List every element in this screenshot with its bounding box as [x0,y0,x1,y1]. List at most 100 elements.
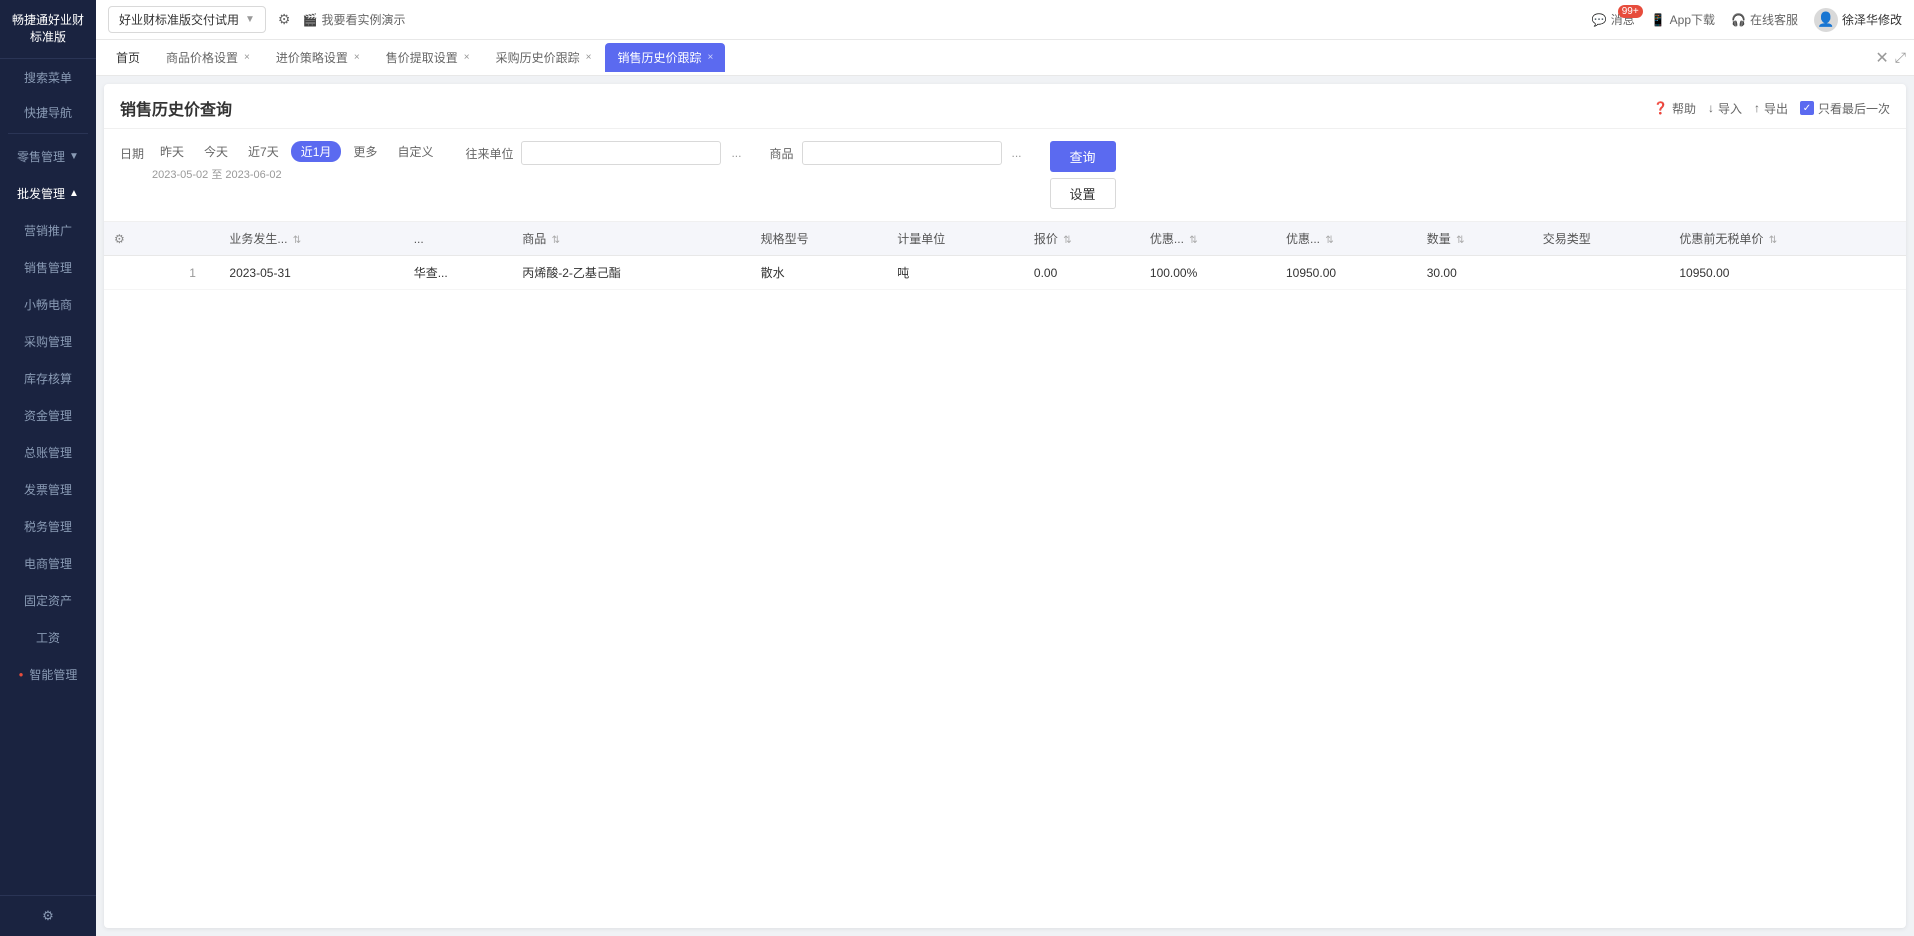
data-table: ⚙ 业务发生... ⇅ ... 商品 ⇅ 规格型号 计量单位 报价 ⇅ 优惠..… [104,222,1906,290]
query-button[interactable]: 查询 [1050,141,1116,172]
goods-field: ... [802,141,1026,165]
sidebar-quicknav[interactable]: 快捷导航 [0,96,96,129]
sidebar-item-label: 资金管理 [24,407,72,424]
customer-input[interactable] [521,141,721,165]
sidebar-item-retail[interactable]: 零售管理 ▼ [0,138,96,175]
chevron-down-icon: ▼ [69,151,79,162]
table-row: 1 2023-05-31 华查... 丙烯酸-2-乙基己酯 散水 吨 0.00 … [104,256,1906,290]
tab-purchase-history-close[interactable]: × [586,52,592,63]
message-icon: 💬 [1592,13,1607,27]
sidebar-item-payroll[interactable]: 工资 [0,619,96,656]
tab-expand-icon[interactable]: ⤢ [1895,49,1906,66]
date-option-last7[interactable]: 近7天 [240,141,287,162]
tab-sale-history[interactable]: 销售历史价跟踪 × [605,43,725,72]
chevron-up-icon: ▲ [69,188,79,199]
service-label: 在线客服 [1750,11,1798,28]
tab-close-icon[interactable]: ✕ [1875,48,1888,68]
column-discount2[interactable]: 优惠... ⇅ [1276,222,1417,256]
date-option-yesterday[interactable]: 昨天 [152,141,192,162]
sidebar-settings-button[interactable]: ⚙ [0,895,96,936]
tab-sale-history-close[interactable]: × [707,52,713,63]
sidebar-item-label: 库存核算 [24,370,72,387]
sidebar-item-invoice[interactable]: 发票管理 [0,471,96,508]
message-button[interactable]: 💬 消息 99+ [1592,11,1635,28]
sidebar-item-finance[interactable]: 资金管理 [0,397,96,434]
column-price[interactable]: 报价 ⇅ [1024,222,1140,256]
last-only-label: 只看最后一次 [1818,100,1890,117]
cell-type [1533,256,1670,290]
export-label: 导出 [1764,100,1788,117]
workspace: 销售历史价查询 ❓ 帮助 ↓ 导入 ↑ 导出 只看最后一次 [104,84,1906,928]
tab-sale-price-label: 售价提取设置 [386,49,458,66]
customer-more-button[interactable]: ... [727,142,745,164]
column-discount1[interactable]: 优惠... ⇅ [1140,222,1276,256]
sidebar-item-wholesale[interactable]: 批发管理 ▲ [0,175,96,212]
sidebar-item-label: 采购管理 [24,333,72,350]
headset-icon: 🎧 [1731,13,1746,27]
date-options: 昨天 今天 近7天 近1月 更多 自定义 [152,141,441,162]
tab-goods-price[interactable]: 商品价格设置 × [154,43,262,72]
app-download-button[interactable]: 📱 App下载 [1651,11,1715,28]
import-button[interactable]: ↓ 导入 [1708,100,1742,117]
sidebar-item-ecommerce[interactable]: 电商管理 [0,545,96,582]
sidebar-divider-1 [8,133,88,134]
tab-bar: 首页 商品价格设置 × 进价策略设置 × 售价提取设置 × 采购历史价跟踪 × … [96,40,1914,76]
cell-spec: 散水 [751,256,888,290]
cell-discount1: 100.00% [1140,256,1276,290]
goods-filter-group: 商品 ... [769,141,1025,165]
filter-action-buttons: 查询 设置 [1050,141,1116,209]
date-option-more[interactable]: 更多 [345,141,385,162]
main-area: 好业财标准版交付试用 ▼ ⚙ 我要看实例演示 💬 消息 99+ 📱 App下载 … [96,0,1914,936]
last-only-checkbox[interactable]: 只看最后一次 [1800,100,1890,117]
sidebar-item-label: 小畅电商 [24,296,72,313]
sidebar-search[interactable]: 搜索菜单 [0,59,96,96]
column-more[interactable]: ... [404,222,513,256]
tab-sale-price[interactable]: 售价提取设置 × [374,43,482,72]
sidebar-item-marketing[interactable]: 营销推广 [0,212,96,249]
tab-home[interactable]: 首页 [104,43,152,72]
tab-goods-price-close[interactable]: × [244,52,250,63]
cell-goods: 丙烯酸-2-乙基己酯 [512,256,750,290]
date-option-today[interactable]: 今天 [196,141,236,162]
edition-select[interactable]: 好业财标准版交付试用 ▼ [108,6,266,33]
date-option-last1m[interactable]: 近1月 [291,141,342,162]
column-date[interactable]: 业务发生... ⇅ [219,222,403,256]
settings-button[interactable]: 设置 [1050,178,1116,209]
demo-button[interactable]: 我要看实例演示 [302,11,405,28]
sidebar-item-tax[interactable]: 税务管理 [0,508,96,545]
tab-price-strategy-close[interactable]: × [354,52,360,63]
tab-sale-price-close[interactable]: × [464,52,470,63]
message-badge: 99+ [1618,5,1643,18]
date-option-custom[interactable]: 自定义 [389,141,441,162]
cell-qty: 30.00 [1417,256,1533,290]
user-menu[interactable]: 👤 徐泽华修改 [1814,8,1902,32]
column-goods[interactable]: 商品 ⇅ [512,222,750,256]
sidebar-item-label: 营销推广 [24,222,72,239]
online-service-button[interactable]: 🎧 在线客服 [1731,11,1798,28]
help-button[interactable]: ❓ 帮助 [1653,100,1696,117]
app-name: 畅捷通好业财 标准版 [8,12,88,46]
column-spec: 规格型号 [751,222,888,256]
tab-home-label: 首页 [116,49,140,66]
tab-purchase-history[interactable]: 采购历史价跟踪 × [484,43,604,72]
table-header-row: ⚙ 业务发生... ⇅ ... 商品 ⇅ 规格型号 计量单位 报价 ⇅ 优惠..… [104,222,1906,256]
column-notax-price[interactable]: 优惠前无税单价 ⇅ [1669,222,1906,256]
tab-price-strategy-label: 进价策略设置 [276,49,348,66]
settings-icon[interactable]: ⚙ [274,7,295,32]
sidebar-item-ecommerce-small[interactable]: 小畅电商 [0,286,96,323]
tab-price-strategy[interactable]: 进价策略设置 × [264,43,372,72]
sidebar-item-ledger[interactable]: 总账管理 [0,434,96,471]
sort-icon-goods: ⇅ [552,235,560,246]
column-gear[interactable]: ⚙ [104,222,166,256]
goods-input[interactable] [802,141,1002,165]
sidebar-item-purchase[interactable]: 采购管理 [0,323,96,360]
sidebar-item-inventory[interactable]: 库存核算 [0,360,96,397]
sidebar-item-smart[interactable]: 智能管理 [0,656,96,693]
phone-icon: 📱 [1651,13,1666,27]
sidebar-item-fixed-assets[interactable]: 固定资产 [0,582,96,619]
column-qty[interactable]: 数量 ⇅ [1417,222,1533,256]
goods-more-button[interactable]: ... [1008,142,1026,164]
sidebar-item-sales[interactable]: 销售管理 [0,249,96,286]
sidebar-item-label: 工资 [36,629,60,646]
export-button[interactable]: ↑ 导出 [1754,100,1788,117]
